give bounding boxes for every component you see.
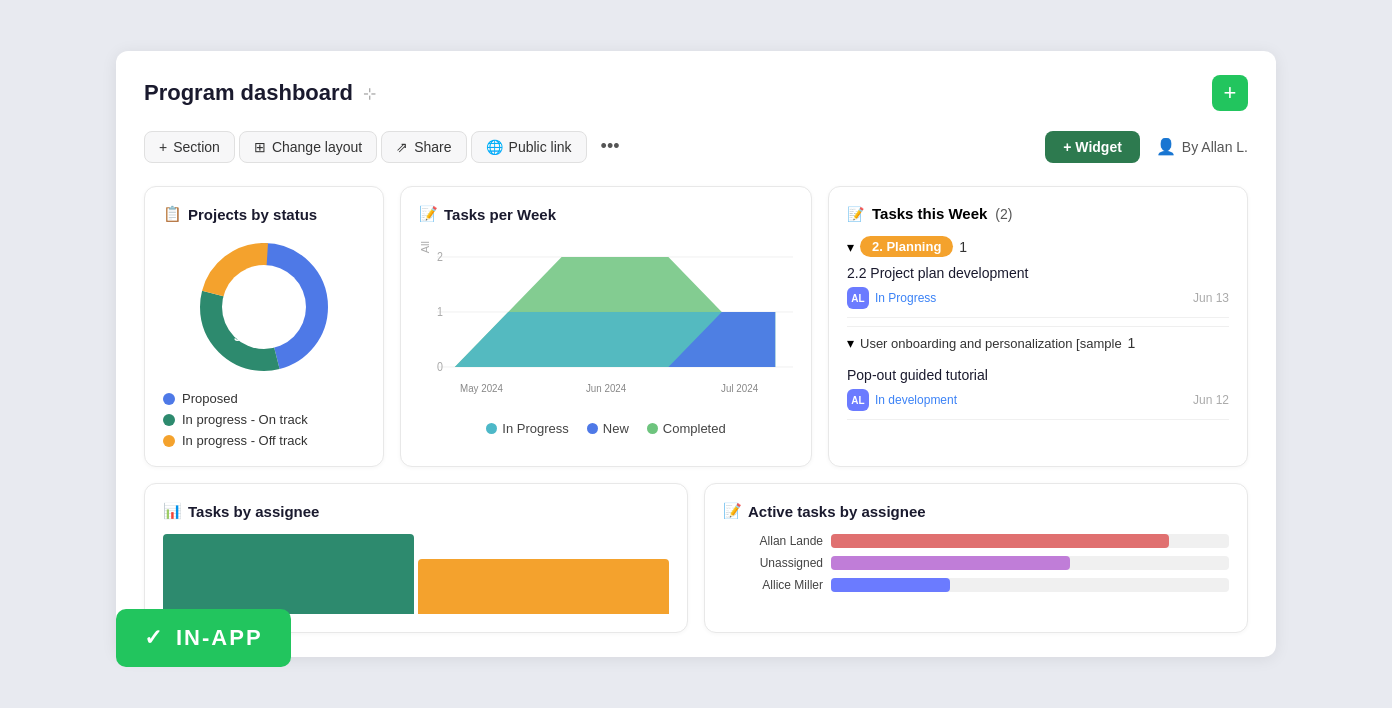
- chevron-down-icon: [847, 239, 854, 255]
- svg-text:21%: 21%: [232, 278, 256, 292]
- bar-fill-1: [831, 556, 1070, 570]
- tasks-per-week-card: 📝 Tasks per Week All 2 1 0: [400, 186, 812, 467]
- tasks-this-week-header: 📝 Tasks this Week (2): [847, 205, 1229, 222]
- task-meta-2: AL In development Jun 12: [847, 389, 1229, 411]
- in-app-badge: ✓ IN-APP: [116, 609, 291, 667]
- svg-text:46%: 46%: [276, 280, 300, 294]
- svg-text:2: 2: [437, 250, 443, 263]
- bar-row-0: Allan Lande: [723, 534, 1229, 548]
- public-link-label: Public link: [509, 139, 572, 155]
- projects-card-title: 📋 Projects by status: [163, 205, 365, 223]
- active-tasks-by-assignee-card: 📝 Active tasks by assignee Allan Lande U…: [704, 483, 1248, 633]
- svg-text:1: 1: [437, 305, 443, 318]
- projects-title-icon: 📋: [163, 205, 182, 223]
- chart-legend-row: In Progress New Completed: [419, 421, 793, 436]
- widget-button[interactable]: + Widget: [1045, 131, 1140, 163]
- legend-completed: Completed: [647, 421, 726, 436]
- page-title: Program dashboard: [144, 80, 353, 106]
- off-track-dot: [163, 435, 175, 447]
- svg-text:Jun 2024: Jun 2024: [586, 382, 626, 394]
- onboarding-section: User onboarding and personalization [sam…: [847, 335, 1229, 420]
- bar-row-1: Unassigned: [723, 556, 1229, 570]
- check-icon: ✓: [144, 625, 164, 651]
- bottom-left-icon: 📊: [163, 502, 182, 520]
- layout-icon: ⊞: [254, 139, 266, 155]
- cards-row: 📋 Projects by status 46% 33%: [144, 186, 1248, 467]
- chevron-down-icon-2: [847, 335, 854, 351]
- bottom-right-title: 📝 Active tasks by assignee: [723, 502, 1229, 520]
- on-track-dot: [163, 414, 175, 426]
- bottom-row: 📊 Tasks by assignee 📝 Active tasks by as…: [144, 483, 1248, 633]
- public-link-button[interactable]: 🌐 Public link: [471, 131, 587, 163]
- more-button[interactable]: •••: [591, 129, 630, 164]
- share-button[interactable]: ⇗ Share: [381, 131, 466, 163]
- add-button[interactable]: +: [1212, 75, 1248, 111]
- completed-dot: [647, 423, 658, 434]
- plus-icon: +: [159, 139, 167, 155]
- bar-track-1: [831, 556, 1229, 570]
- legend-off-track: In progress - Off track: [163, 433, 365, 448]
- svg-text:May 2024: May 2024: [460, 382, 503, 394]
- in-progress-dot: [486, 423, 497, 434]
- section-divider: [847, 326, 1229, 327]
- legend-on-track: In progress - On track: [163, 412, 365, 427]
- svg-text:0: 0: [437, 360, 443, 373]
- avatar-badge: AL In Progress: [847, 287, 936, 309]
- task-item: 2.2 Project plan development AL In Progr…: [847, 257, 1229, 318]
- planning-toggle[interactable]: 2. Planning 1: [847, 236, 1229, 257]
- section-button[interactable]: + Section: [144, 131, 235, 163]
- pin-icon[interactable]: ⊹: [363, 84, 376, 103]
- bottom-right-icon: 📝: [723, 502, 742, 520]
- chart-legend: Proposed In progress - On track In progr…: [163, 391, 365, 448]
- by-user-label: By Allan L.: [1182, 139, 1248, 155]
- svg-text:Jul 2024: Jul 2024: [721, 382, 758, 394]
- planning-section: 2. Planning 1 2.2 Project plan developme…: [847, 236, 1229, 318]
- y-all-label: All: [419, 241, 431, 253]
- donut-chart: 46% 33% 21%: [163, 237, 365, 377]
- assignee-bar-group: Allan Lande Unassigned Allice Miller: [723, 534, 1229, 592]
- bar-track-2: [831, 578, 1229, 592]
- more-icon: •••: [601, 136, 620, 157]
- legend-proposed: Proposed: [163, 391, 365, 406]
- bar-row-2: Allice Miller: [723, 578, 1229, 592]
- legend-new: New: [587, 421, 629, 436]
- bar-orange: [418, 559, 669, 614]
- new-dot: [587, 423, 598, 434]
- bar-track-0: [831, 534, 1229, 548]
- svg-text:33%: 33%: [234, 330, 258, 344]
- avatar-badge-2: AL In development: [847, 389, 957, 411]
- tasks-this-week-icon: 📝: [847, 206, 864, 222]
- tasks-week-icon: 📝: [419, 205, 438, 223]
- section-label: Section: [173, 139, 220, 155]
- header: Program dashboard ⊹ +: [144, 75, 1248, 111]
- bottom-left-title: 📊 Tasks by assignee: [163, 502, 669, 520]
- tasks-week-title: 📝 Tasks per Week: [419, 205, 793, 223]
- tasks-this-week-card: 📝 Tasks this Week (2) 2. Planning 1 2.2 …: [828, 186, 1248, 467]
- by-user: 👤 By Allan L.: [1156, 137, 1248, 156]
- legend-in-progress: In Progress: [486, 421, 568, 436]
- bar-fill-2: [831, 578, 950, 592]
- change-layout-button[interactable]: ⊞ Change layout: [239, 131, 377, 163]
- share-icon: ⇗: [396, 139, 408, 155]
- bar-teal: [163, 534, 414, 614]
- projects-by-status-card: 📋 Projects by status 46% 33%: [144, 186, 384, 467]
- avatar-2: AL: [847, 389, 869, 411]
- task-item-2: Pop-out guided tutorial AL In developmen…: [847, 359, 1229, 420]
- share-label: Share: [414, 139, 451, 155]
- globe-icon: 🌐: [486, 139, 503, 155]
- onboarding-toggle[interactable]: User onboarding and personalization [sam…: [847, 335, 1229, 351]
- toolbar: + Section ⊞ Change layout ⇗ Share 🌐 Publ…: [144, 129, 1248, 164]
- bar-fill-0: [831, 534, 1169, 548]
- task-meta: AL In Progress Jun 13: [847, 287, 1229, 309]
- user-icon: 👤: [1156, 137, 1176, 156]
- change-layout-label: Change layout: [272, 139, 362, 155]
- proposed-dot: [163, 393, 175, 405]
- avatar: AL: [847, 287, 869, 309]
